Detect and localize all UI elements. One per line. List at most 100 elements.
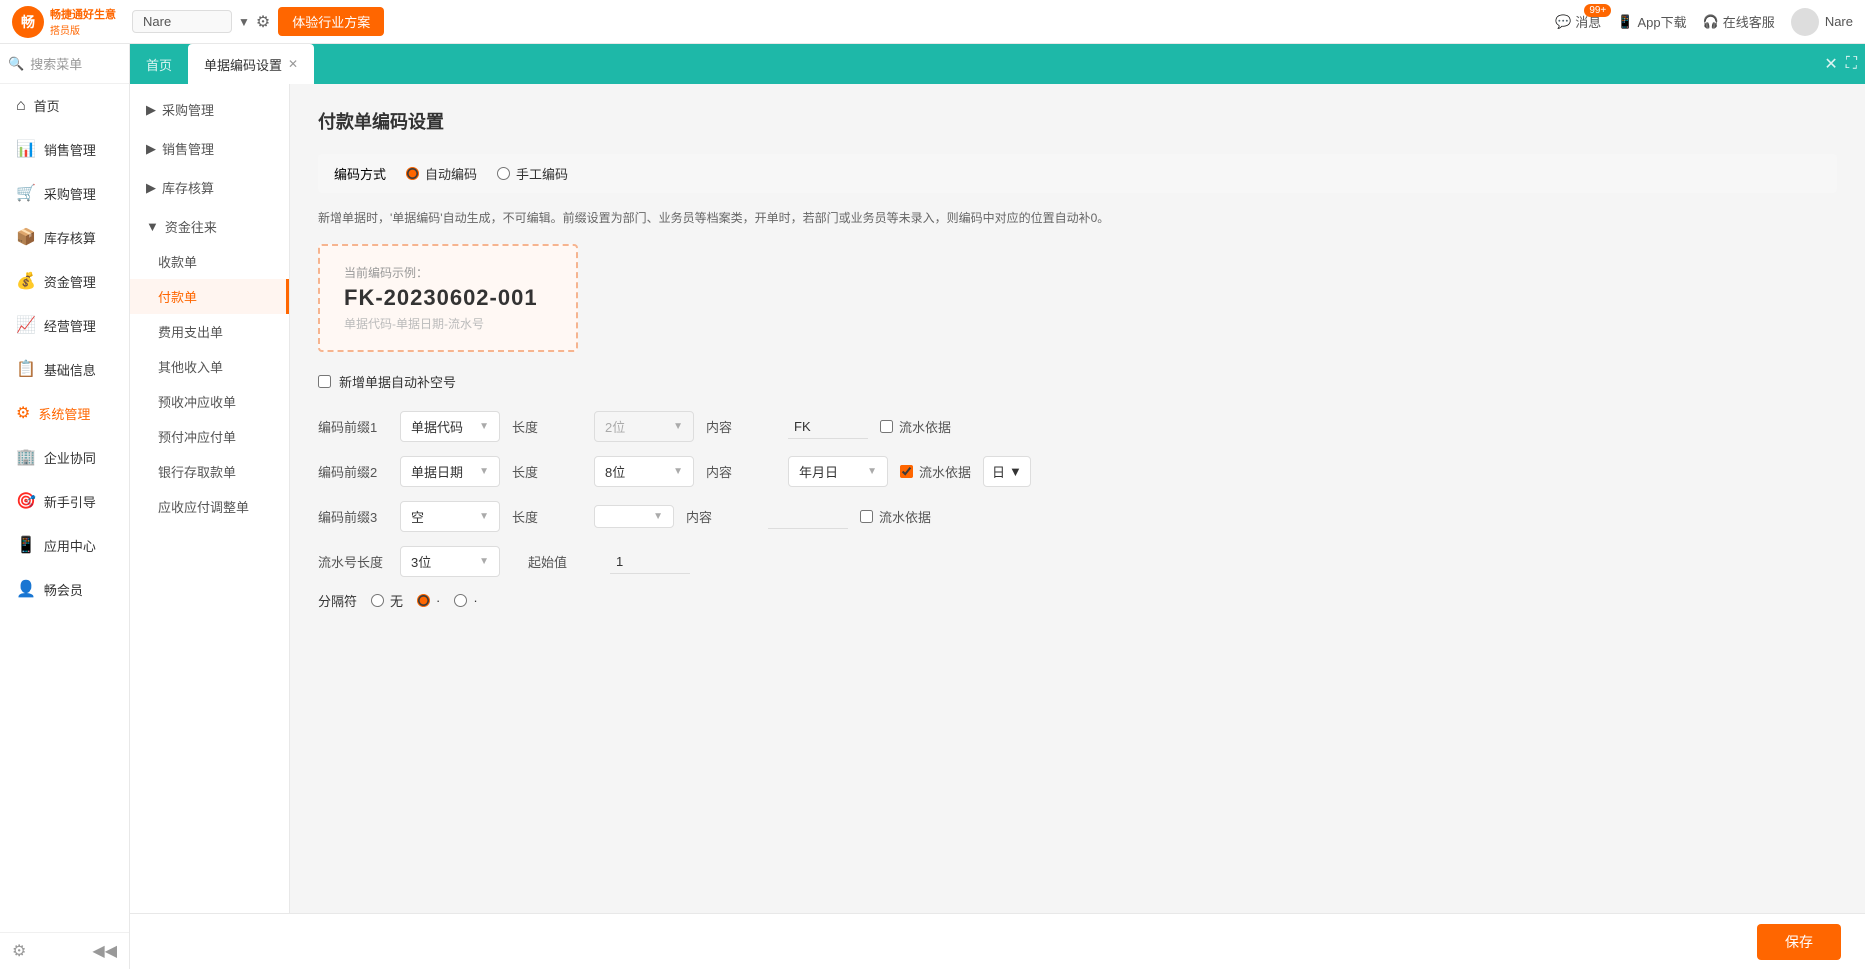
sub-nav-group-finance-title[interactable]: ▼ 资金往来 [130, 209, 289, 244]
content1-input[interactable] [788, 415, 868, 439]
sub-nav-group-purchase-title[interactable]: ▶ 采购管理 [130, 92, 289, 127]
online-service-button[interactable]: 🎧 在线客服 [1703, 12, 1775, 31]
sub-nav-group-sales: ▶ 销售管理 [130, 131, 289, 166]
sidebar-item-guide[interactable]: 🎯 新手引导 [0, 479, 129, 523]
prefix3-select[interactable]: 空 ▼ [400, 501, 500, 532]
length3-label: 长度 [512, 507, 582, 526]
message-button[interactable]: 💬 消息 99+ [1555, 12, 1601, 31]
group-label: 库存核算 [162, 178, 214, 197]
auto-encode-option[interactable]: 自动编码 [406, 164, 477, 183]
sidebar-item-purchase[interactable]: 🛒 采购管理 [0, 171, 129, 215]
follow3-checkbox[interactable] [860, 510, 873, 523]
length2-select[interactable]: 8位 ▼ [594, 456, 694, 487]
search-label: 搜索菜单 [30, 54, 82, 73]
length1-select[interactable]: 2位 ▼ [594, 411, 694, 442]
sep-row: 分隔符 无 · · [318, 591, 1837, 610]
dropdown-arrow-icon[interactable]: ▼ [238, 15, 250, 29]
follow1-label[interactable]: 流水依据 [880, 417, 951, 436]
service-icon: 🎧 [1703, 14, 1719, 30]
settings-icon[interactable]: ⚙ [256, 12, 270, 32]
autofill-label: 新增单据自动补空号 [339, 372, 456, 391]
sub-nav-item-other-income[interactable]: 其他收入单 [130, 349, 289, 384]
auto-encode-radio[interactable] [406, 167, 419, 180]
inventory-icon: 📦 [16, 227, 36, 247]
follow1-checkbox[interactable] [880, 420, 893, 433]
sub-nav-group-inventory-title[interactable]: ▶ 库存核算 [130, 170, 289, 205]
sub-nav-item-expense[interactable]: 费用支出单 [130, 314, 289, 349]
manual-encode-option[interactable]: 手工编码 [497, 164, 568, 183]
sidebar-item-finance[interactable]: 💰 资金管理 [0, 259, 129, 303]
prefix2-select[interactable]: 单据日期 ▼ [400, 456, 500, 487]
sep-option-dot2[interactable]: · [454, 593, 477, 608]
group-label: 销售管理 [162, 139, 214, 158]
save-button[interactable]: 保存 [1757, 924, 1841, 960]
serial-length-label: 流水号长度 [318, 552, 388, 571]
follow2-label[interactable]: 流水依据 [900, 462, 971, 481]
sub-nav-item-adjust[interactable]: 应收应付调整单 [130, 489, 289, 524]
follow3-label[interactable]: 流水依据 [860, 507, 931, 526]
prefix3-value: 空 [411, 507, 424, 526]
encode-mode-label: 编码方式 [334, 164, 386, 183]
dropdown-icon: ▼ [1009, 464, 1022, 479]
service-label: 在线客服 [1723, 12, 1775, 31]
config-row-3: 编码前缀3 空 ▼ 长度 ▼ 内容 [318, 501, 1837, 532]
sub-nav-group-sales-title[interactable]: ▶ 销售管理 [130, 131, 289, 166]
serial-length-select[interactable]: 3位 ▼ [400, 546, 500, 577]
sub-nav-item-pre-receivable[interactable]: 预收冲应收单 [130, 384, 289, 419]
tab-label: 首页 [146, 55, 172, 74]
preview-box: 当前编码示例： FK-20230602-001 单据代码-单据日期-流水号 [318, 244, 578, 352]
sep-dot2-radio[interactable] [454, 594, 467, 607]
sidebar-item-label: 畅会员 [44, 580, 83, 599]
sub-nav-item-receipt[interactable]: 收款单 [130, 244, 289, 279]
sidebar-item-inventory[interactable]: 📦 库存核算 [0, 215, 129, 259]
length2-value: 8位 [605, 462, 625, 481]
length3-select[interactable]: ▼ [594, 505, 674, 528]
sep-dot-radio[interactable] [417, 594, 430, 607]
tab-home[interactable]: 首页 [130, 44, 188, 84]
follow2-checkbox[interactable] [900, 465, 913, 478]
sidebar-item-member[interactable]: 👤 畅会员 [0, 567, 129, 611]
start-value-input[interactable] [610, 550, 690, 574]
prefix2-value: 单据日期 [411, 462, 463, 481]
sep-option-dot[interactable]: · [417, 593, 440, 608]
settings-footer-icon[interactable]: ⚙ [12, 941, 26, 961]
day-value: 日 [992, 462, 1005, 481]
topbar: 畅 畅捷通好生意 搭员版 Nare ▼ ⚙ 体验行业方案 💬 消息 99+ 📱 … [0, 0, 1865, 44]
sub-nav-item-pre-payment[interactable]: 预付冲应付单 [130, 419, 289, 454]
prefix3-label: 编码前缀3 [318, 507, 388, 526]
sidebar-item-operation[interactable]: 📈 经营管理 [0, 303, 129, 347]
close-tab-icon[interactable]: ✕ [288, 57, 298, 71]
topbar-right: 💬 消息 99+ 📱 App下载 🎧 在线客服 Nare [1555, 8, 1853, 36]
sidebar-item-corp[interactable]: 🏢 企业协同 [0, 435, 129, 479]
company-selector[interactable]: Nare [132, 10, 232, 33]
sub-nav-item-payment[interactable]: 付款单 [130, 279, 289, 314]
bottom-bar: 保存 [130, 913, 1865, 969]
content2-select[interactable]: 年月日 ▼ [788, 456, 888, 487]
sidebar-item-basic[interactable]: 📋 基础信息 [0, 347, 129, 391]
serial-row: 流水号长度 3位 ▼ 起始值 [318, 546, 1837, 577]
sidebar-item-home[interactable]: ⌂ 首页 [0, 84, 129, 127]
avatar [1791, 8, 1819, 36]
sidebar-item-system[interactable]: ⚙ 系统管理 [0, 391, 129, 435]
sidebar-item-app[interactable]: 📱 应用中心 [0, 523, 129, 567]
sub-nav-item-bank[interactable]: 银行存取款单 [130, 454, 289, 489]
user-info[interactable]: Nare [1791, 8, 1853, 36]
download-label: App下载 [1637, 12, 1686, 31]
search-menu[interactable]: 🔍 搜索菜单 [0, 44, 129, 84]
day-select[interactable]: 日 ▼ [983, 456, 1031, 487]
minimize-icon[interactable]: ✕ [1824, 54, 1837, 74]
trial-button[interactable]: 体验行业方案 [278, 7, 384, 36]
app-download-button[interactable]: 📱 App下载 [1617, 12, 1686, 31]
autofill-checkbox[interactable] [318, 375, 331, 388]
tab-encoding[interactable]: 单据编码设置 ✕ [188, 44, 314, 84]
collapse-sidebar-button[interactable]: ◀◀ [92, 941, 117, 961]
manual-encode-radio[interactable] [497, 167, 510, 180]
sidebar-item-sales[interactable]: 📊 销售管理 [0, 127, 129, 171]
sep-none-radio[interactable] [371, 594, 384, 607]
content3-input[interactable] [768, 505, 848, 529]
corp-icon: 🏢 [16, 447, 36, 467]
prefix1-select[interactable]: 单据代码 ▼ [400, 411, 500, 442]
group-label: 采购管理 [162, 100, 214, 119]
maximize-icon[interactable]: ⛶ [1846, 55, 1857, 73]
sep-option-none[interactable]: 无 [371, 591, 403, 610]
